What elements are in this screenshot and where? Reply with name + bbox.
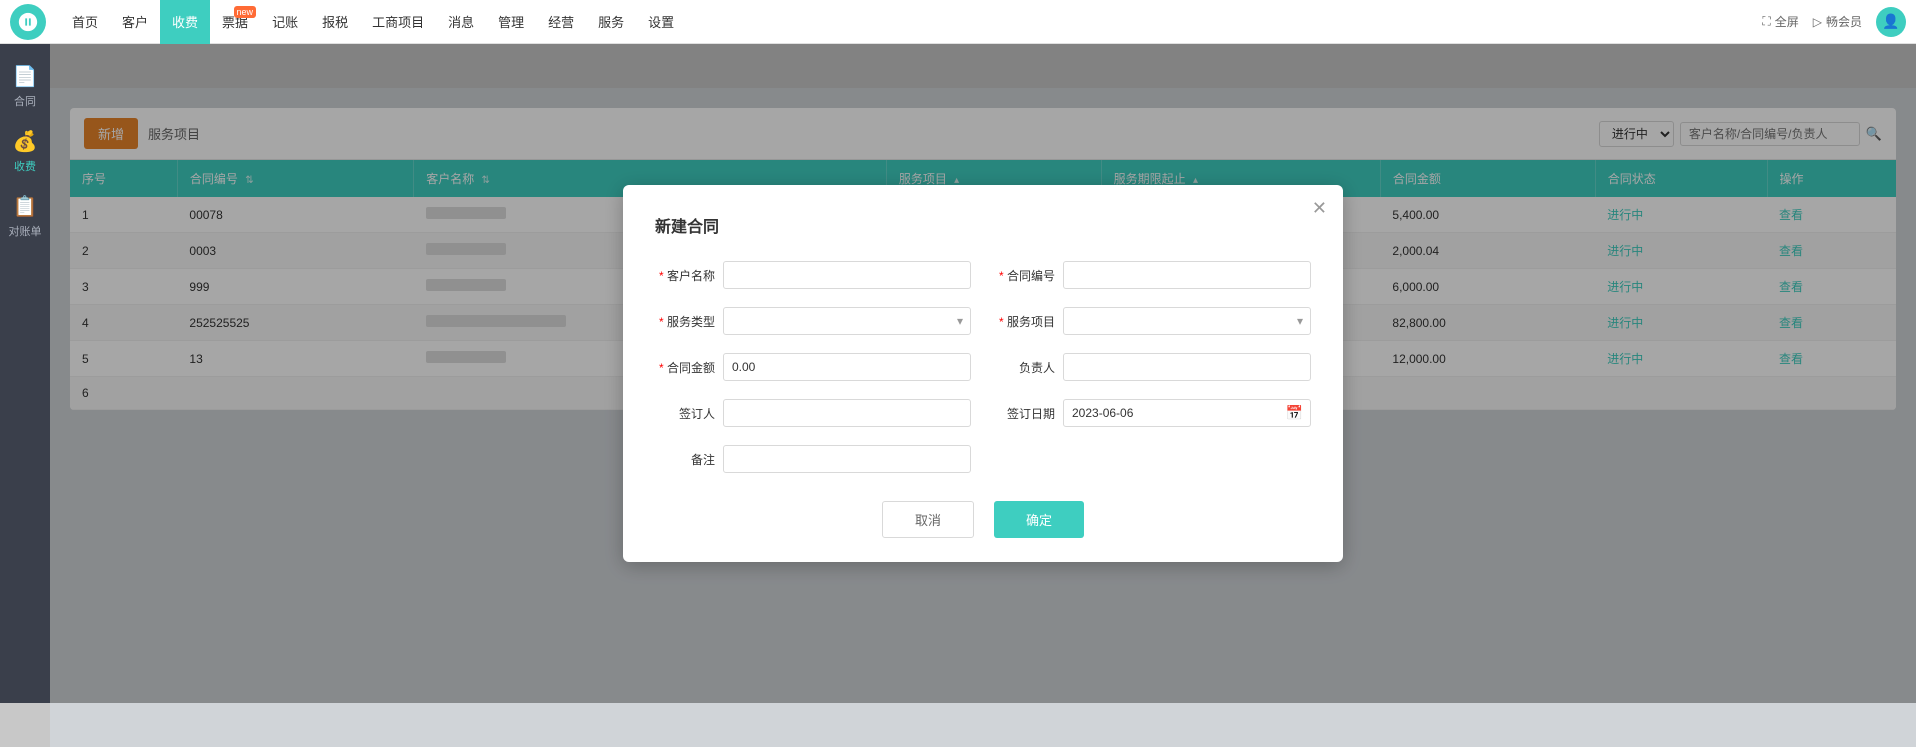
field-signer: 签订人 <box>655 399 971 427</box>
customer-name-label: 客户名称 <box>655 267 715 284</box>
nav-invoice[interactable]: 票据 new <box>210 0 260 44</box>
signer-input[interactable] <box>723 399 971 427</box>
statement-icon: 📋 <box>13 194 38 219</box>
contract-no-input[interactable] <box>1063 261 1311 289</box>
modal-overlay: 新建合同 ✕ 客户名称 合同编号 服务类型 <box>50 44 1916 703</box>
form-row-2: 服务类型 服务项目 <box>655 307 1311 335</box>
field-responsible: 负责人 <box>995 353 1311 381</box>
form-row-4: 签订人 签订日期 📅 <box>655 399 1311 427</box>
field-remark: 备注 <box>655 445 971 473</box>
cancel-button[interactable]: 取消 <box>882 501 974 538</box>
field-contract-no: 合同编号 <box>995 261 1311 289</box>
nav-customer[interactable]: 客户 <box>110 0 160 44</box>
contract-no-label: 合同编号 <box>995 267 1055 284</box>
signer-label: 签订人 <box>655 405 715 422</box>
customer-name-input[interactable] <box>723 261 971 289</box>
top-nav: 首页 客户 收费 票据 new 记账 报税 工商项目 消息 管理 经营 服务 设… <box>0 0 1916 44</box>
fullscreen-icon: ⛶ <box>1762 14 1770 29</box>
close-icon[interactable]: ✕ <box>1312 199 1327 217</box>
service-type-select[interactable] <box>723 307 971 335</box>
sidebar-item-contract[interactable]: 📄 合同 <box>0 54 50 119</box>
form-row-1: 客户名称 合同编号 <box>655 261 1311 289</box>
service-type-select-wrap <box>723 307 971 335</box>
sidebar: 📄 合同 💰 收费 📋 对账单 <box>0 44 50 703</box>
form-row-3: 合同金额 负责人 <box>655 353 1311 381</box>
nav-operation[interactable]: 经营 <box>536 0 586 44</box>
modal-title: 新建合同 <box>655 213 1311 237</box>
fee-icon: 💰 <box>13 129 38 154</box>
service-item-label: 服务项目 <box>995 313 1055 330</box>
contract-amount-input[interactable] <box>723 353 971 381</box>
sidebar-item-fee[interactable]: 💰 收费 <box>0 119 50 184</box>
member-button[interactable]: ▷ 畅会员 <box>1813 13 1862 30</box>
logo <box>10 4 46 40</box>
sign-date-input[interactable] <box>1063 399 1311 427</box>
nav-bookkeeping[interactable]: 记账 <box>260 0 310 44</box>
service-type-label: 服务类型 <box>655 313 715 330</box>
remark-label: 备注 <box>655 451 715 468</box>
nav-settings[interactable]: 设置 <box>636 0 686 44</box>
fullscreen-button[interactable]: ⛶ 全屏 <box>1762 13 1798 30</box>
nav-message[interactable]: 消息 <box>436 0 486 44</box>
modal-footer: 取消 确定 <box>655 501 1311 538</box>
responsible-label: 负责人 <box>995 359 1055 376</box>
nav-home[interactable]: 首页 <box>60 0 110 44</box>
remark-input[interactable] <box>723 445 971 473</box>
avatar[interactable]: 👤 <box>1876 7 1906 37</box>
responsible-input[interactable] <box>1063 353 1311 381</box>
nav-right: ⛶ 全屏 ▷ 畅会员 👤 <box>1762 7 1906 37</box>
sign-date-label: 签订日期 <box>995 405 1055 422</box>
calendar-icon[interactable]: 📅 <box>1286 405 1303 422</box>
play-icon: ▷ <box>1813 15 1822 29</box>
new-contract-modal: 新建合同 ✕ 客户名称 合同编号 服务类型 <box>623 185 1343 562</box>
sign-date-wrap: 📅 <box>1063 399 1311 427</box>
new-badge: new <box>234 6 257 18</box>
nav-service[interactable]: 服务 <box>586 0 636 44</box>
nav-fee[interactable]: 收费 <box>160 0 210 44</box>
field-service-type: 服务类型 <box>655 307 971 335</box>
service-item-select-wrap <box>1063 307 1311 335</box>
nav-business[interactable]: 工商项目 <box>360 0 436 44</box>
nav-manage[interactable]: 管理 <box>486 0 536 44</box>
field-customer-name: 客户名称 <box>655 261 971 289</box>
field-service-item: 服务项目 <box>995 307 1311 335</box>
contract-amount-label: 合同金额 <box>655 359 715 376</box>
service-item-select[interactable] <box>1063 307 1311 335</box>
form-row-5: 备注 <box>655 445 1311 473</box>
field-contract-amount: 合同金额 <box>655 353 971 381</box>
confirm-button[interactable]: 确定 <box>994 501 1084 538</box>
sidebar-item-statement[interactable]: 📋 对账单 <box>0 184 50 249</box>
field-sign-date: 签订日期 📅 <box>995 399 1311 427</box>
contract-icon: 📄 <box>13 64 38 89</box>
nav-tax[interactable]: 报税 <box>310 0 360 44</box>
